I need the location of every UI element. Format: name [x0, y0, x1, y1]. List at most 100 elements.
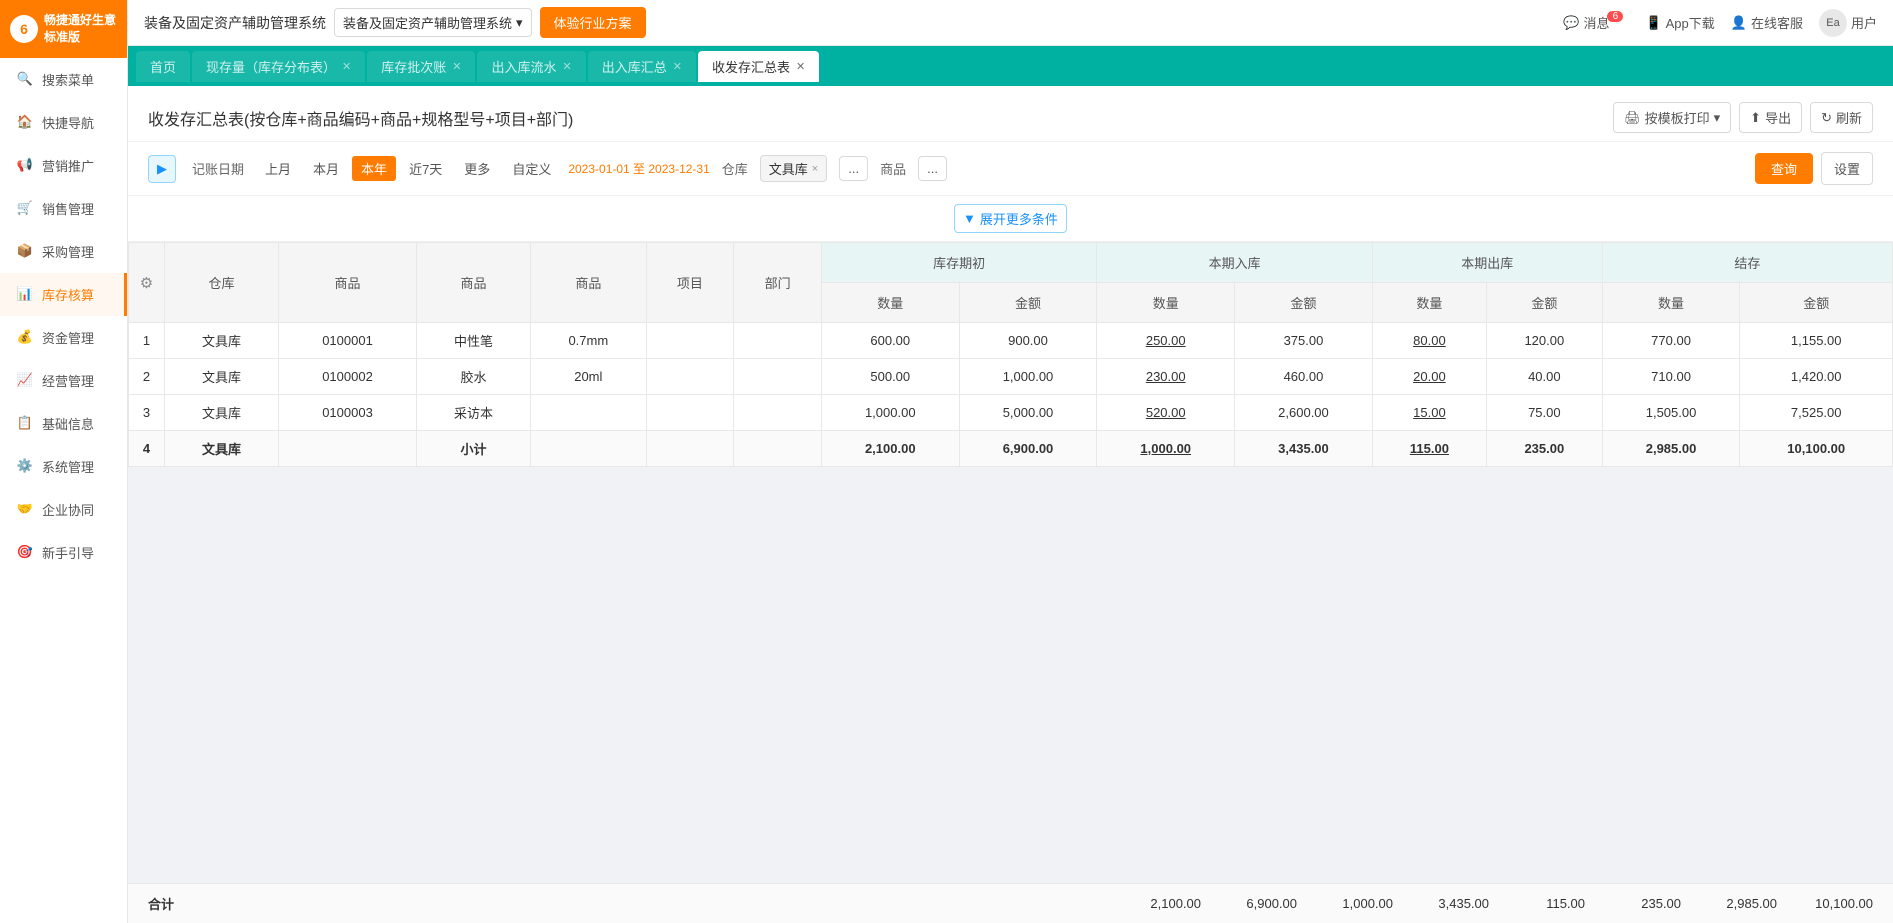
- sidebar-item-search[interactable]: 🔍 搜索菜单: [0, 58, 127, 101]
- sidebar-item-guide[interactable]: 🎯 新手引导: [0, 531, 127, 574]
- col-opening-qty: 数量: [821, 283, 959, 323]
- table-row: 3 文具库 0100003 采访本 1,000.00 5,000.00 520.…: [129, 395, 1893, 431]
- date-pill-last_month[interactable]: 上月: [256, 156, 300, 181]
- row-goods-name: 采访本: [416, 395, 530, 431]
- logo-icon: 6: [10, 15, 38, 43]
- online-service-btn[interactable]: 👤 在线客服: [1731, 13, 1803, 32]
- tab-close-inout_summary[interactable]: ✕: [673, 60, 682, 73]
- trial-btn[interactable]: 体验行业方案: [540, 7, 646, 38]
- row-out-qty[interactable]: 80.00: [1372, 323, 1486, 359]
- message-badge: 6: [1607, 11, 1623, 22]
- sidebar-item-operations[interactable]: 📈 经营管理: [0, 359, 127, 402]
- header-right: 💬 消息 6 📱 App下载 👤 在线客服 Ea 用户: [1563, 9, 1877, 37]
- print-btn[interactable]: 🖨 按模板打印 ▾: [1613, 102, 1731, 133]
- tab-label-inout_flow: 出入库流水: [491, 57, 556, 76]
- row-out-amt: 120.00: [1487, 323, 1603, 359]
- export-btn[interactable]: ⬆ 导出: [1739, 102, 1802, 133]
- date-pill-this_month[interactable]: 本月: [304, 156, 348, 181]
- row-goods-name: 小计: [416, 431, 530, 467]
- row-warehouse: 文具库: [165, 359, 279, 395]
- marketing-icon: 📢: [16, 156, 34, 174]
- goods-more-btn[interactable]: ...: [918, 156, 947, 181]
- purchase-icon: 📦: [16, 242, 34, 260]
- sidebar-item-inventory[interactable]: 📊 库存核算: [0, 273, 127, 316]
- expand-btn[interactable]: ▼ 展开更多条件: [954, 204, 1067, 233]
- row-balance-qty: 2,985.00: [1602, 431, 1740, 467]
- row-in-amt: 375.00: [1235, 323, 1373, 359]
- row-opening-amt: 1,000.00: [959, 359, 1097, 395]
- tab-inventory_distribution[interactable]: 现存量（库存分布表） ✕: [192, 51, 365, 82]
- col-balance: 结存: [1602, 243, 1892, 283]
- footer-bar: 合计 2,100.00 6,900.00 1,000.00 3,435.00 1…: [128, 883, 1893, 923]
- tab-close-inout_flow[interactable]: ✕: [563, 60, 572, 73]
- tab-batch_account[interactable]: 库存批次账✕: [367, 51, 475, 82]
- col-out: 本期出库: [1372, 243, 1602, 283]
- tab-inout_summary[interactable]: 出入库汇总✕: [588, 51, 696, 82]
- user-menu[interactable]: Ea 用户: [1819, 9, 1877, 37]
- basic_info-icon: 📋: [16, 414, 34, 432]
- sidebar-item-enterprise[interactable]: 🤝 企业协同: [0, 488, 127, 531]
- row-department: [734, 323, 822, 359]
- col-goods-spec: 商品: [531, 243, 647, 323]
- footer-out-amt: 235.00: [1601, 896, 1681, 911]
- query-btn[interactable]: 查询: [1755, 153, 1813, 184]
- sidebar-label-sales: 销售管理: [42, 199, 94, 218]
- row-out-qty[interactable]: 20.00: [1372, 359, 1486, 395]
- gear-icon[interactable]: ⚙: [140, 275, 153, 292]
- settings-btn[interactable]: 设置: [1821, 152, 1873, 185]
- filter-toggle-btn[interactable]: ▶: [148, 155, 176, 183]
- sidebar-label-guide: 新手引导: [42, 543, 94, 562]
- sidebar-item-sales[interactable]: 🛒 销售管理: [0, 187, 127, 230]
- date-pill-this_year[interactable]: 本年: [352, 156, 396, 181]
- col-department: 部门: [734, 243, 822, 323]
- date-pill-custom[interactable]: 自定义: [503, 156, 560, 181]
- tab-close-inventory_distribution[interactable]: ✕: [342, 60, 351, 73]
- sidebar-item-basic_info[interactable]: 📋 基础信息: [0, 402, 127, 445]
- tab-close-receipt_summary[interactable]: ✕: [796, 60, 805, 73]
- row-balance-amt: 7,525.00: [1740, 395, 1893, 431]
- sidebar-label-enterprise: 企业协同: [42, 500, 94, 519]
- refresh-btn[interactable]: ↻ 刷新: [1810, 102, 1873, 133]
- page-title: 收发存汇总表(按仓库+商品编码+商品+规格型号+项目+部门): [148, 106, 573, 130]
- date-pill-more[interactable]: 更多: [455, 156, 499, 181]
- row-opening-qty: 2,100.00: [821, 431, 959, 467]
- warehouse-tag-close[interactable]: ×: [812, 163, 818, 175]
- warehouse-tag: 文具库 ×: [760, 155, 827, 182]
- tab-inout_flow[interactable]: 出入库流水 ✕: [477, 51, 585, 82]
- dropdown-icon: ▾: [1714, 110, 1721, 126]
- system-dropdown[interactable]: 装备及固定资产辅助管理系统 ▾: [334, 8, 532, 37]
- sidebar-item-finance[interactable]: 💰 资金管理: [0, 316, 127, 359]
- sidebar-item-system[interactable]: ⚙️ 系统管理: [0, 445, 127, 488]
- col-in: 本期入库: [1097, 243, 1372, 283]
- sidebar-item-marketing[interactable]: 📢 营销推广: [0, 144, 127, 187]
- row-in-qty[interactable]: 230.00: [1097, 359, 1235, 395]
- tab-home[interactable]: 首页: [136, 51, 190, 82]
- row-goods-name: 胶水: [416, 359, 530, 395]
- tab-label-inventory_distribution: 现存量（库存分布表）: [206, 57, 336, 76]
- row-goods-spec: [531, 431, 647, 467]
- message-btn[interactable]: 💬 消息 6: [1563, 13, 1629, 32]
- date-range-label: 2023-01-01 至 2023-12-31: [568, 160, 709, 177]
- row-warehouse: 文具库: [165, 395, 279, 431]
- row-in-qty: 1,000.00: [1097, 431, 1235, 467]
- row-balance-amt: 1,155.00: [1740, 323, 1893, 359]
- page-title-bar: 收发存汇总表(按仓库+商品编码+商品+规格型号+项目+部门) 🖨 按模板打印 ▾…: [128, 86, 1893, 142]
- app-download-btn[interactable]: 📱 App下载: [1645, 13, 1714, 32]
- warehouse-more-btn[interactable]: ...: [839, 156, 868, 181]
- row-goods-name: 中性笔: [416, 323, 530, 359]
- row-in-qty[interactable]: 520.00: [1097, 395, 1235, 431]
- sidebar-item-purchase[interactable]: 📦 采购管理: [0, 230, 127, 273]
- sidebar-label-finance: 资金管理: [42, 328, 94, 347]
- col-balance-qty: 数量: [1602, 283, 1740, 323]
- date-pill-last_7days[interactable]: 近7天: [400, 156, 451, 181]
- tab-receipt_summary[interactable]: 收发存汇总表✕: [698, 51, 819, 82]
- row-out-qty[interactable]: 15.00: [1372, 395, 1486, 431]
- sidebar-item-quick_nav[interactable]: 🏠 快捷导航: [0, 101, 127, 144]
- footer-out-qty: 115.00: [1505, 896, 1585, 911]
- footer-opening-amt: 6,900.00: [1217, 896, 1297, 911]
- row-in-qty[interactable]: 250.00: [1097, 323, 1235, 359]
- col-project: 项目: [646, 243, 734, 323]
- sidebar-label-purchase: 采购管理: [42, 242, 94, 261]
- col-opening-amt: 金额: [959, 283, 1097, 323]
- tab-close-batch_account[interactable]: ✕: [452, 60, 461, 73]
